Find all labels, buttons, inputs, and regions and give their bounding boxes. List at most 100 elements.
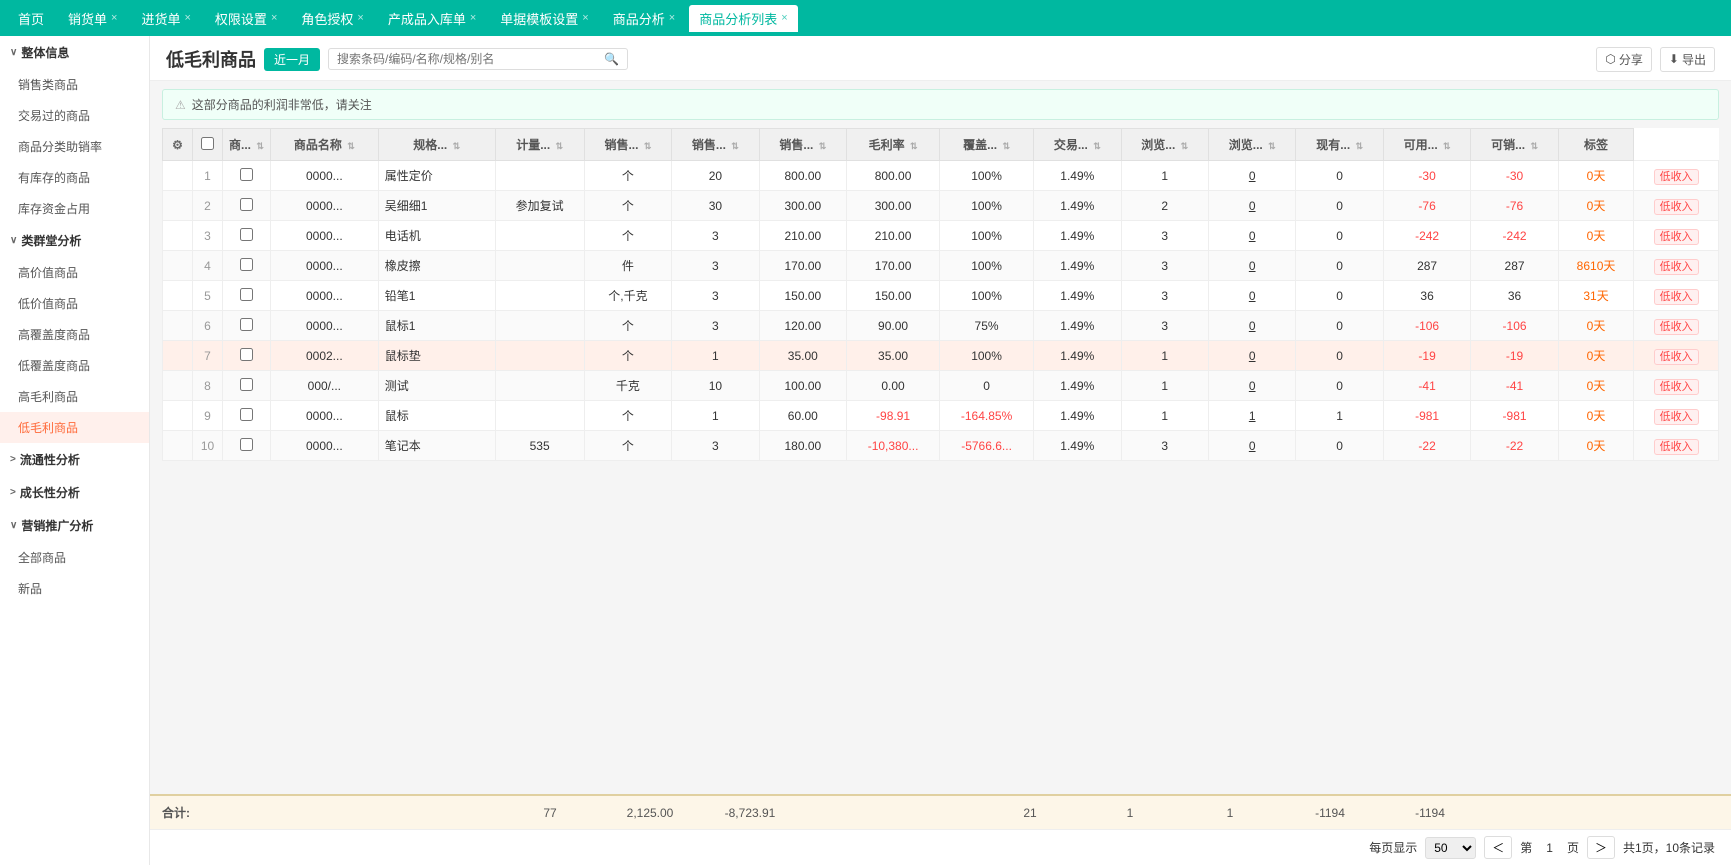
nav-close-icon[interactable]: × — [669, 12, 675, 24]
nav-item-权限设置[interactable]: 权限设置× — [205, 5, 287, 32]
nav-close-icon[interactable]: × — [781, 12, 787, 24]
row-checkbox[interactable] — [240, 438, 253, 451]
row-checkbox[interactable] — [240, 258, 253, 271]
tag-column-header: 标签 — [1558, 129, 1633, 161]
row-checkbox[interactable] — [240, 318, 253, 331]
available-stock-column-header[interactable]: 可用... ⇅ — [1383, 129, 1470, 161]
checkbox-column-header[interactable] — [193, 129, 223, 161]
row-checkbox-cell[interactable] — [223, 281, 271, 311]
nav-item-商品分析列表[interactable]: 商品分析列表× — [689, 5, 797, 32]
sidebar-item-交易过的商品[interactable]: 交易过的商品 — [0, 100, 149, 131]
sidebar-group-成长性分析[interactable]: >成长性分析 — [0, 476, 149, 509]
nav-close-icon[interactable]: × — [184, 12, 190, 24]
sidebar-item-商品分类助销率[interactable]: 商品分类助销率 — [0, 131, 149, 162]
nav-item-销货单[interactable]: 销货单× — [58, 5, 127, 32]
row-views1[interactable]: 0 — [1208, 161, 1295, 191]
spec-column-header[interactable]: 规格... ⇅ — [378, 129, 495, 161]
row-current-stock: -19 — [1383, 341, 1470, 371]
row-views1[interactable]: 0 — [1208, 431, 1295, 461]
row-available-stock: -30 — [1471, 161, 1558, 191]
gross-margin-column-header[interactable]: 毛利率 ⇅ — [847, 129, 940, 161]
prev-page-button[interactable]: ＜ — [1484, 836, 1512, 859]
row-settings — [163, 401, 193, 431]
export-button[interactable]: ⬇ 导出 — [1660, 47, 1715, 72]
row-checkbox[interactable] — [240, 168, 253, 181]
nav-item-首页[interactable]: 首页 — [8, 5, 54, 32]
sidebar-item-新品[interactable]: 新品 — [0, 573, 149, 604]
row-views1[interactable]: 0 — [1208, 281, 1295, 311]
sidebar-item-库存资金占用[interactable]: 库存资金占用 — [0, 193, 149, 224]
nav-item-进货单[interactable]: 进货单× — [131, 5, 200, 32]
row-checkbox-cell[interactable] — [223, 161, 271, 191]
row-spec — [495, 221, 584, 251]
views1-column-header[interactable]: 浏览... ⇅ — [1121, 129, 1208, 161]
nav-close-icon[interactable]: × — [582, 12, 588, 24]
sidebar-group-整体信息[interactable]: ∨整体信息 — [0, 36, 149, 69]
sidebar-group-类群堂分析[interactable]: ∨类群堂分析 — [0, 224, 149, 257]
row-views1[interactable]: 0 — [1208, 191, 1295, 221]
sidebar-group-流通性分析[interactable]: >流通性分析 — [0, 443, 149, 476]
sidebar-item-高毛利商品[interactable]: 高毛利商品 — [0, 381, 149, 412]
sales-price-column-header[interactable]: 销售... ⇅ — [672, 129, 759, 161]
row-checkbox-cell[interactable] — [223, 221, 271, 251]
next-page-button[interactable]: ＞ — [1587, 836, 1615, 859]
sales-qty-column-header[interactable]: 销售... ⇅ — [584, 129, 671, 161]
row-checkbox-cell[interactable] — [223, 311, 271, 341]
unit-column-header[interactable]: 计量... ⇅ — [495, 129, 584, 161]
row-current-stock: -76 — [1383, 191, 1470, 221]
search-icon[interactable]: 🔍 — [604, 52, 619, 66]
trade-count-column-header[interactable]: 交易... ⇅ — [1034, 129, 1121, 161]
nav-close-icon[interactable]: × — [357, 12, 363, 24]
sales-profit-column-header[interactable]: 销售... ⇅ — [759, 129, 846, 161]
row-views1[interactable]: 0 — [1208, 221, 1295, 251]
row-checkbox-cell[interactable] — [223, 341, 271, 371]
sidebar-item-低覆盖度商品[interactable]: 低覆盖度商品 — [0, 350, 149, 381]
table-row: 8 000/... 测试 千克 10 100.00 0.00 0 1.49% 1… — [163, 371, 1719, 401]
row-trade-count: 1 — [1121, 161, 1208, 191]
row-checkbox[interactable] — [240, 348, 253, 361]
row-checkbox-cell[interactable] — [223, 191, 271, 221]
nav-close-icon[interactable]: × — [111, 12, 117, 24]
sidebar-group-营销推广分析[interactable]: ∨营销推广分析 — [0, 509, 149, 542]
nav-item-角色授权[interactable]: 角色授权× — [291, 5, 373, 32]
row-checkbox-cell[interactable] — [223, 251, 271, 281]
row-views1[interactable]: 1 — [1208, 401, 1295, 431]
nav-item-单据模板设置[interactable]: 单据模板设置× — [490, 5, 598, 32]
row-checkbox[interactable] — [240, 198, 253, 211]
filter-button[interactable]: 近一月 — [264, 48, 320, 71]
code-column-header[interactable]: 商... ⇅ — [223, 129, 271, 161]
sidebar-item-销售类商品[interactable]: 销售类商品 — [0, 69, 149, 100]
sidebar-item-全部商品[interactable]: 全部商品 — [0, 542, 149, 573]
row-views1[interactable]: 0 — [1208, 311, 1295, 341]
settings-column-header[interactable]: ⚙ — [163, 129, 193, 161]
views2-column-header[interactable]: 浏览... ⇅ — [1208, 129, 1295, 161]
sidebar-item-低价值商品[interactable]: 低价值商品 — [0, 288, 149, 319]
sidebar-item-低毛利商品[interactable]: 低毛利商品 — [0, 412, 149, 443]
share-button[interactable]: ⬡ 分享 — [1596, 47, 1652, 72]
nav-item-商品分析[interactable]: 商品分析× — [603, 5, 685, 32]
sellable-days-column-header[interactable]: 可销... ⇅ — [1471, 129, 1558, 161]
row-checkbox[interactable] — [240, 288, 253, 301]
row-views1[interactable]: 0 — [1208, 371, 1295, 401]
sidebar-item-高价值商品[interactable]: 高价值商品 — [0, 257, 149, 288]
nav-item-产成品入库单[interactable]: 产成品入库单× — [378, 5, 486, 32]
name-column-header[interactable]: 商品名称 ⇅ — [270, 129, 378, 161]
current-stock-column-header[interactable]: 现有... ⇅ — [1296, 129, 1383, 161]
row-gross-margin: 100% — [940, 161, 1034, 191]
row-checkbox[interactable] — [240, 228, 253, 241]
sidebar-item-高覆盖度商品[interactable]: 高覆盖度商品 — [0, 319, 149, 350]
row-checkbox[interactable] — [240, 378, 253, 391]
coverage-column-header[interactable]: 覆盖... ⇅ — [940, 129, 1034, 161]
nav-close-icon[interactable]: × — [470, 12, 476, 24]
per-page-select[interactable]: 50 100 200 — [1425, 837, 1476, 859]
nav-close-icon[interactable]: × — [271, 12, 277, 24]
row-checkbox[interactable] — [240, 408, 253, 421]
row-checkbox-cell[interactable] — [223, 401, 271, 431]
row-checkbox-cell[interactable] — [223, 371, 271, 401]
sidebar-item-有库存的商品[interactable]: 有库存的商品 — [0, 162, 149, 193]
search-input[interactable] — [337, 52, 604, 66]
row-checkbox-cell[interactable] — [223, 431, 271, 461]
select-all-checkbox[interactable] — [201, 137, 214, 150]
row-views1[interactable]: 0 — [1208, 341, 1295, 371]
row-views1[interactable]: 0 — [1208, 251, 1295, 281]
